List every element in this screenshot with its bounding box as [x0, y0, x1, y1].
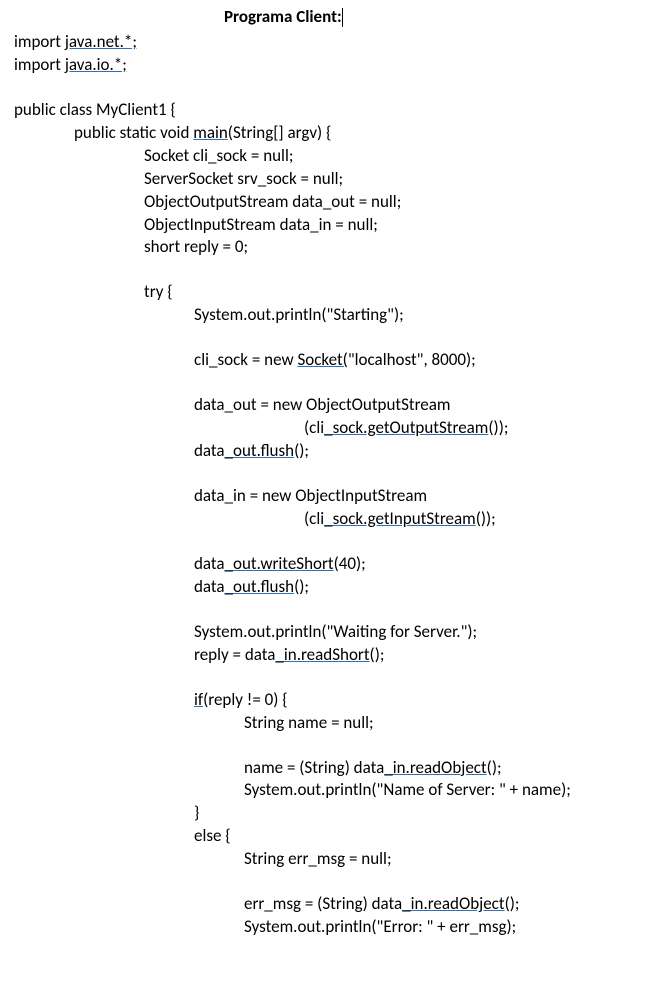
text: (cli — [304, 417, 324, 438]
var-decl: short reply = 0; — [14, 236, 631, 259]
if-keyword: if — [194, 689, 203, 710]
read-object-method: _in.readObject — [402, 893, 504, 914]
keyword-import: import — [14, 31, 65, 52]
socket-ctor: Socket( — [297, 349, 347, 370]
title-text: Programa Client: — [224, 6, 342, 27]
var-decl: String name = null; — [14, 712, 631, 735]
text: data — [194, 576, 225, 597]
var-decl: ServerSocket srv_sock = null; — [14, 168, 631, 191]
text: "localhost", 8000); — [348, 349, 476, 370]
text: ()); — [476, 508, 496, 529]
socket-new: cli_sock = new Socket("localhost", 8000)… — [14, 349, 631, 372]
import-line: import java.io.*; — [14, 54, 631, 77]
text: ()); — [488, 417, 508, 438]
flush-method: _out.flush — [225, 576, 295, 597]
ois-arg: (cli_sock.getInputStream()); — [14, 508, 631, 531]
flush-call: data_out.flush(); — [14, 440, 631, 463]
import-line: import java.net.*; — [14, 31, 631, 54]
new-oos: data_out = new ObjectOutputStream — [14, 394, 631, 417]
var-decl: String err_msg = null; — [14, 848, 631, 871]
read-short: reply = data_in.readShort(); — [14, 644, 631, 667]
method-modifiers: public static void — [74, 122, 193, 143]
keyword-import: import — [14, 54, 65, 75]
text: reply = data — [194, 644, 275, 665]
get-output-stream: _sock.getOutputStream — [324, 417, 488, 438]
document-title: Programa Client: — [14, 6, 631, 29]
import-java-net: java.net.*; — [65, 31, 137, 52]
flush-call: data_out.flush(); — [14, 576, 631, 599]
text: (); — [487, 757, 502, 778]
read-object: name = (String) data_in.readObject(); — [14, 757, 631, 780]
read-short-method: _in.readShort — [275, 644, 369, 665]
class-declaration: public class MyClient1 { — [14, 99, 631, 122]
method-name: main — [193, 122, 228, 143]
println-call: System.out.println("Name of Server: " + … — [14, 779, 631, 802]
method-declaration: public static void main(String[] argv) { — [14, 122, 631, 145]
text: data — [194, 553, 225, 574]
text: err_msg = (String) data — [244, 893, 402, 914]
var-decl: ObjectOutputStream data_out = null; — [14, 191, 631, 214]
brace-close: } — [14, 802, 631, 825]
text: (); — [294, 576, 309, 597]
text: cli_sock = new — [194, 349, 297, 370]
if-condition: (reply != 0) { — [203, 689, 288, 710]
println-call: System.out.println("Waiting for Server."… — [14, 621, 631, 644]
flush-method: _out.flush — [225, 440, 295, 461]
else-stmt: else { — [14, 825, 631, 848]
method-args: (String[] argv) { — [228, 122, 332, 143]
text: (40); — [334, 553, 366, 574]
read-object-method: _in.readObject — [384, 757, 486, 778]
oos-arg: (cli_sock.getOutputStream()); — [14, 417, 631, 440]
read-object: err_msg = (String) data_in.readObject(); — [14, 893, 631, 916]
try-block: try { — [14, 281, 631, 304]
var-decl: ObjectInputStream data_in = null; — [14, 214, 631, 237]
write-short-method: _out.writeShort — [225, 553, 334, 574]
println-call: System.out.println("Starting"); — [14, 304, 631, 327]
text: name = (String) data — [244, 757, 384, 778]
write-short: data_out.writeShort(40); — [14, 553, 631, 576]
code-document: Programa Client: import java.net.*; impo… — [0, 0, 645, 953]
text-cursor — [342, 8, 343, 27]
text: data — [194, 440, 225, 461]
get-input-stream: _sock.getInputStream — [324, 508, 476, 529]
text: (); — [294, 440, 309, 461]
text: (); — [370, 644, 385, 665]
println-call: System.out.println("Error: " + err_msg); — [14, 916, 631, 939]
var-decl: Socket cli_sock = null; — [14, 145, 631, 168]
import-java-io: java.io.*; — [65, 54, 127, 75]
new-ois: data_in = new ObjectInputStream — [14, 485, 631, 508]
if-stmt: if(reply != 0) { — [14, 689, 631, 712]
text: (); — [505, 893, 520, 914]
text: (cli — [304, 508, 324, 529]
